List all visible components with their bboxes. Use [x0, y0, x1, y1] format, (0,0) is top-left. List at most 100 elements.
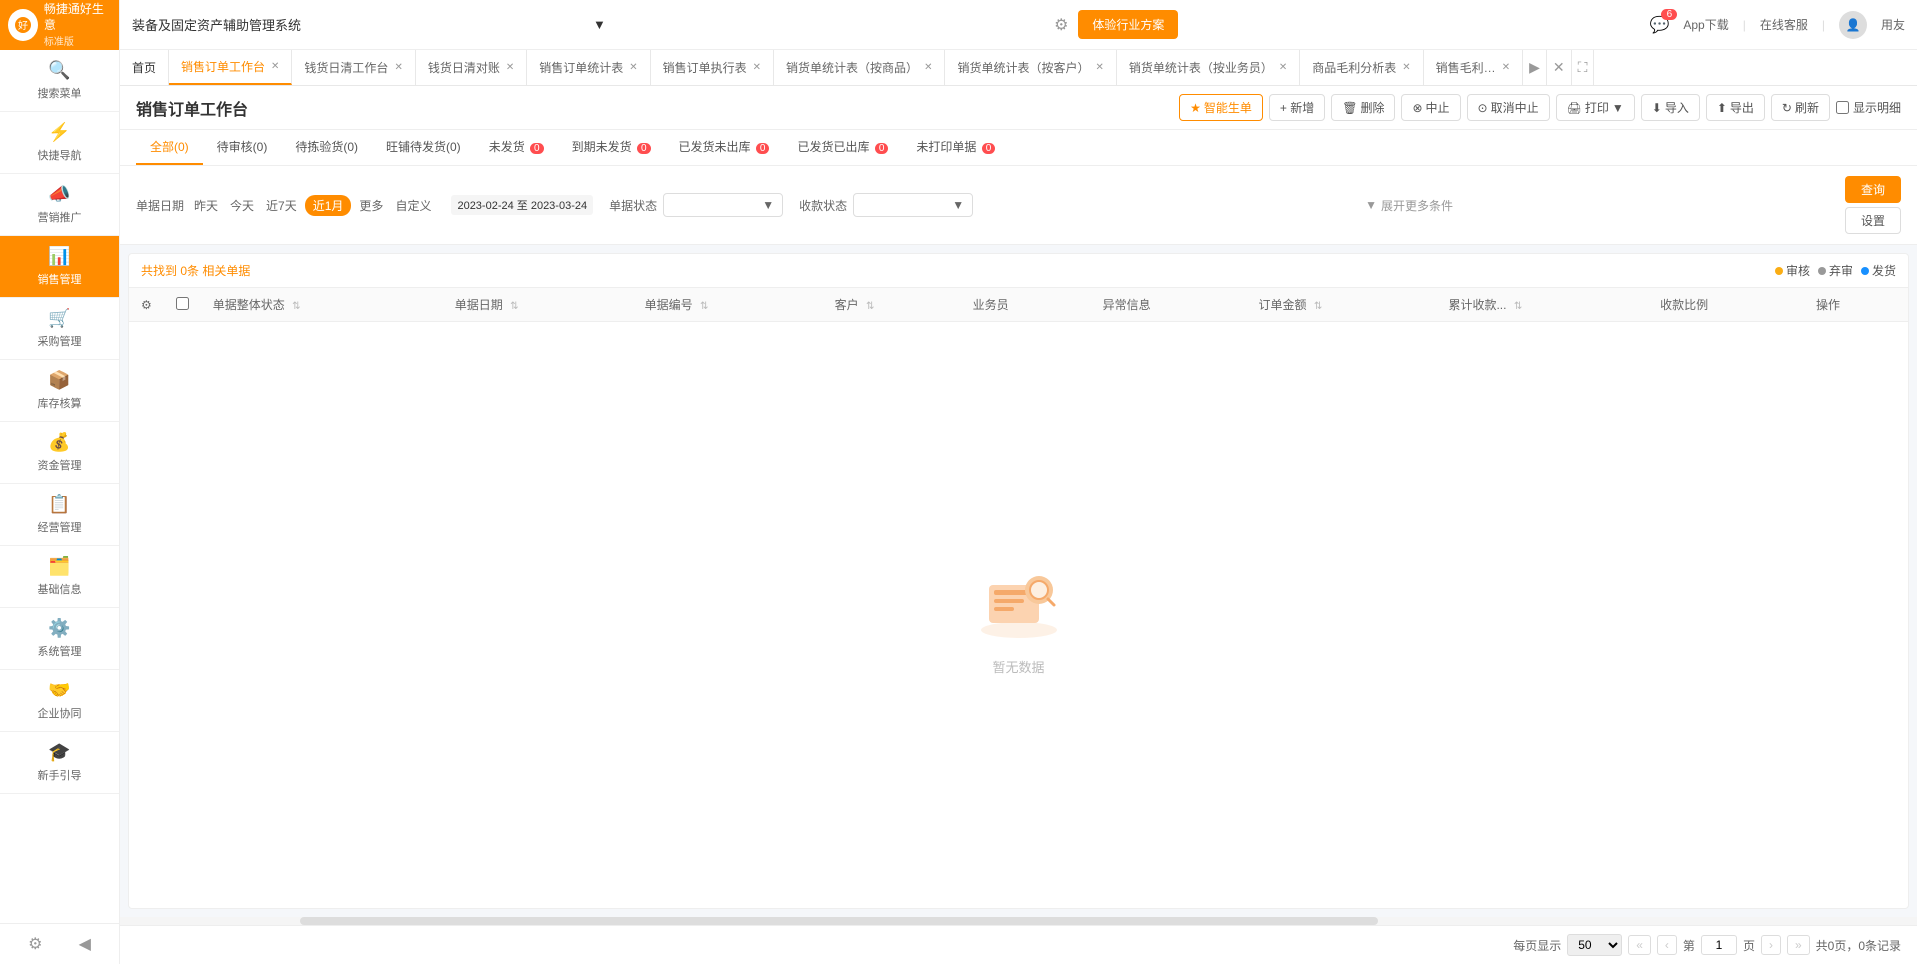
op-approve[interactable]: 审核 [1775, 262, 1810, 279]
date-1month[interactable]: 近1月 [305, 195, 352, 216]
message-btn[interactable]: 💬 6 [1649, 15, 1669, 35]
tab-nav-close-all[interactable]: ✕ [1547, 50, 1572, 85]
ftab-overdue[interactable]: 到期未发货 0 [558, 130, 665, 165]
op-ship[interactable]: 发货 [1861, 262, 1896, 279]
tab-close-icon[interactable]: ✕ [1095, 62, 1103, 73]
select-all-checkbox[interactable] [176, 297, 189, 310]
show-detail-checkbox[interactable]: 显示明细 [1836, 99, 1901, 116]
export-btn[interactable]: ⬆ 导出 [1706, 94, 1765, 121]
sidebar-item-corp[interactable]: 🤝 企业协同 [0, 670, 119, 732]
show-detail-input[interactable] [1836, 101, 1849, 114]
tab-label: 销售订单工作台 [181, 58, 265, 75]
expand-btn[interactable]: ▼ 展开更多条件 [1365, 197, 1453, 214]
tab-sales-stat-cust[interactable]: 销货单统计表（按客户） ✕ [945, 50, 1116, 85]
pg-next-btn[interactable]: › [1761, 935, 1781, 955]
tab-close-icon[interactable]: ✕ [629, 62, 637, 73]
ftab-pending[interactable]: 待审核(0) [203, 130, 282, 165]
query-btn[interactable]: 查询 [1845, 176, 1901, 203]
tab-sales-stat[interactable]: 销售订单统计表 ✕ [527, 50, 650, 85]
ftab-all[interactable]: 全部(0) [136, 130, 203, 165]
scrollbar-thumb[interactable] [300, 917, 1378, 925]
search-bar: 单据日期 昨天 今天 近7天 近1月 更多 自定义 2023-02-24 至 2… [120, 166, 1917, 245]
tab-gross-profit[interactable]: 商品毛利分析表 ✕ [1300, 50, 1423, 85]
sidebar-item-guide[interactable]: 🎓 新手引导 [0, 732, 119, 794]
ftab-shipped-out[interactable]: 已发货已出库 0 [783, 130, 902, 165]
industry-btn[interactable]: 体验行业方案 [1078, 10, 1178, 39]
tab-close-icon[interactable]: ✕ [1279, 62, 1287, 73]
tab-home[interactable]: 首页 [120, 50, 169, 85]
col-settings-icon[interactable]: ⚙ [141, 298, 152, 312]
sidebar-item-base[interactable]: 🗂️ 基础信息 [0, 546, 119, 608]
pg-last-btn[interactable]: » [1787, 935, 1810, 955]
tab-close-icon[interactable]: ✕ [506, 62, 514, 73]
per-page-select[interactable]: 50 100 200 [1567, 934, 1622, 956]
pg-first-btn[interactable]: « [1628, 935, 1651, 955]
sidebar-item-inventory[interactable]: 📦 库存核算 [0, 360, 119, 422]
ftab-shipped-not-out[interactable]: 已发货未出库 0 [665, 130, 784, 165]
sidebar-item-system[interactable]: ⚙️ 系统管理 [0, 608, 119, 670]
ftab-not-shipped[interactable]: 未发货 0 [475, 130, 558, 165]
tab-close-icon[interactable]: ✕ [1502, 62, 1510, 73]
collapse-icon[interactable]: ◀ [79, 934, 91, 954]
date-7days[interactable]: 近7天 [262, 195, 301, 216]
content-actions: ★ 智能生单 + 新增 🗑 删除 ⊗ 中止 ⊙ 取消中止 🖨 [1179, 94, 1901, 121]
col-amount: 订单金额 ⇅ [1246, 288, 1436, 322]
tab-close-icon[interactable]: ✕ [1402, 62, 1410, 73]
date-yesterday[interactable]: 昨天 [190, 195, 222, 216]
delete-btn[interactable]: 🗑 删除 [1331, 94, 1395, 121]
status-select[interactable]: ▼ [663, 193, 783, 217]
sidebar-item-quick[interactable]: ⚡ 快捷导航 [0, 112, 119, 174]
sidebar-item-purchase[interactable]: 🛒 采购管理 [0, 298, 119, 360]
pg-prev-btn[interactable]: ‹ [1657, 935, 1677, 955]
sidebar-item-operation[interactable]: 📋 经营管理 [0, 484, 119, 546]
sidebar-item-promo[interactable]: 📣 营销推广 [0, 174, 119, 236]
import-btn[interactable]: ⬇ 导入 [1641, 94, 1700, 121]
print-btn[interactable]: 🖨 打印 ▼ [1556, 94, 1635, 121]
logo-sub: 标准版 [44, 33, 111, 48]
pg-page-input[interactable] [1701, 935, 1737, 955]
tab-cash-reconcile[interactable]: 钱货日清对账 ✕ [416, 50, 527, 85]
online-service-btn[interactable]: 在线客服 [1760, 16, 1808, 33]
tab-sales-workbench[interactable]: 销售订单工作台 ✕ [169, 50, 292, 85]
sidebar-item-finance[interactable]: 💰 资金管理 [0, 422, 119, 484]
smart-create-btn[interactable]: ★ 智能生单 [1179, 94, 1263, 121]
stop-btn[interactable]: ⊗ 中止 [1401, 94, 1460, 121]
refresh-label: 刷新 [1795, 99, 1819, 116]
ftab-not-printed[interactable]: 未打印单据 0 [902, 130, 1009, 165]
tab-sales-stat-staff[interactable]: 销货单统计表（按业务员） ✕ [1117, 50, 1300, 85]
tab-nav-more[interactable]: ▶ [1523, 50, 1547, 85]
ftab-wangpu[interactable]: 旺铺待发货(0) [372, 130, 475, 165]
op-reject[interactable]: 弃审 [1818, 262, 1853, 279]
col-cumulative: 累计收款... ⇅ [1436, 288, 1648, 322]
tab-cash-daily[interactable]: 钱货日清工作台 ✕ [292, 50, 415, 85]
date-custom[interactable]: 自定义 [391, 195, 435, 216]
tab-sales-stat-prod[interactable]: 销货单统计表（按商品） ✕ [774, 50, 945, 85]
refresh-btn[interactable]: ↻ 刷新 [1771, 94, 1830, 121]
tab-close-icon[interactable]: ✕ [394, 62, 402, 73]
tab-sales-more[interactable]: 销售毛利… ✕ [1424, 50, 1523, 85]
scrollbar-area[interactable] [120, 917, 1917, 925]
sidebar-item-sales[interactable]: 📊 销售管理 [0, 236, 119, 298]
sort-icon: ⇅ [1314, 301, 1322, 312]
app-download-btn[interactable]: App下载 [1683, 16, 1728, 33]
dropdown-arrow[interactable]: ▼ [593, 17, 1044, 32]
set-btn[interactable]: 设置 [1845, 207, 1901, 234]
sidebar-item-search[interactable]: 🔍 搜索菜单 [0, 50, 119, 112]
settings-icon[interactable]: ⚙ [28, 934, 42, 954]
tab-nav-fullscreen[interactable]: ⛶ [1572, 50, 1595, 85]
cancel-stop-btn[interactable]: ⊙ 取消中止 [1467, 94, 1550, 121]
add-btn[interactable]: + 新增 [1269, 94, 1325, 121]
tab-close-icon[interactable]: ✕ [753, 62, 761, 73]
tab-close-icon[interactable]: ✕ [271, 61, 279, 72]
message-badge: 6 [1661, 9, 1677, 20]
date-today[interactable]: 今天 [226, 195, 258, 216]
tab-label: 销货单统计表（按商品） [786, 59, 918, 76]
date-more[interactable]: 更多 [355, 195, 387, 216]
ftab-pending-inspect[interactable]: 待拣验货(0) [281, 130, 372, 165]
tab-close-icon[interactable]: ✕ [924, 62, 932, 73]
tab-sales-exec[interactable]: 销售订单执行表 ✕ [651, 50, 774, 85]
user-name[interactable]: 用友 [1881, 16, 1905, 33]
topbar-setting-icon[interactable]: ⚙ [1054, 15, 1068, 35]
col-status-label: 单据整体状态 [213, 298, 285, 312]
payment-select[interactable]: ▼ [853, 193, 973, 217]
